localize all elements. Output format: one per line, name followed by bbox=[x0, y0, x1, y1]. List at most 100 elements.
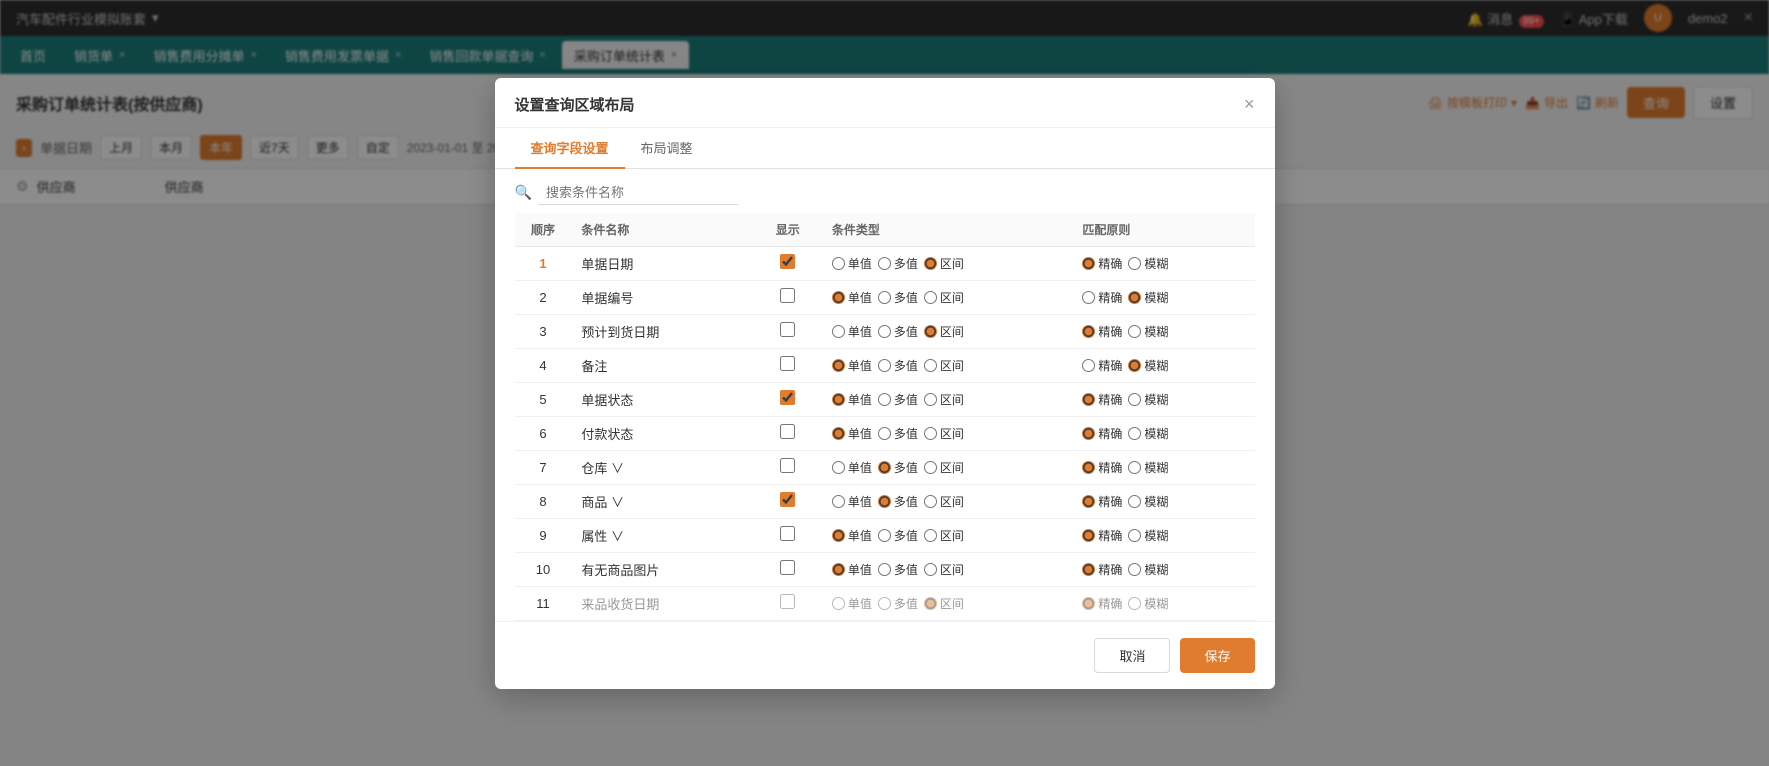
match-exact-label[interactable]: 精确 bbox=[1082, 561, 1122, 578]
cond-type-multi-label[interactable]: 多值 bbox=[878, 323, 918, 340]
cond-type-multi-label[interactable]: 多值 bbox=[878, 391, 918, 408]
match-exact-label[interactable]: 精确 bbox=[1082, 459, 1122, 476]
cond-type-multi-label[interactable]: 多值 bbox=[878, 459, 918, 476]
match-fuzzy-label[interactable]: 模糊 bbox=[1128, 459, 1168, 476]
match-exact-label[interactable]: 精确 bbox=[1082, 289, 1122, 306]
display-checkbox[interactable] bbox=[780, 322, 795, 337]
cond-type-multi-radio[interactable] bbox=[878, 529, 891, 542]
match-exact-label[interactable]: 精确 bbox=[1082, 323, 1122, 340]
cond-type-multi-label[interactable]: 多值 bbox=[878, 357, 918, 374]
cond-type-range-radio[interactable] bbox=[924, 291, 937, 304]
save-button[interactable]: 保存 bbox=[1180, 638, 1254, 673]
cond-type-multi-label[interactable]: 多值 bbox=[878, 527, 918, 544]
match-fuzzy-label[interactable]: 模糊 bbox=[1128, 357, 1168, 374]
cond-type-multi-label[interactable]: 多值 bbox=[878, 493, 918, 510]
cond-type-range-radio[interactable] bbox=[924, 597, 937, 610]
cond-type-multi-radio[interactable] bbox=[878, 257, 891, 270]
cond-type-multi-label[interactable]: 多值 bbox=[878, 425, 918, 442]
cond-type-range-label[interactable]: 区间 bbox=[924, 289, 964, 306]
cond-type-range-radio[interactable] bbox=[924, 495, 937, 508]
row-display-cell[interactable] bbox=[754, 314, 822, 348]
cond-type-range-label[interactable]: 区间 bbox=[924, 561, 964, 578]
match-fuzzy-label[interactable]: 模糊 bbox=[1128, 527, 1168, 544]
cond-type-range-radio[interactable] bbox=[924, 563, 937, 576]
modal-tab-query-fields[interactable]: 查询字段设置 bbox=[515, 128, 625, 169]
match-fuzzy-label[interactable]: 模糊 bbox=[1128, 595, 1168, 612]
cond-type-range-label[interactable]: 区间 bbox=[924, 493, 964, 510]
cond-type-single-label[interactable]: 单值 bbox=[832, 561, 872, 578]
display-checkbox[interactable] bbox=[780, 288, 795, 303]
modal-tab-layout[interactable]: 布局调整 bbox=[625, 128, 709, 169]
cond-type-multi-radio[interactable] bbox=[878, 325, 891, 338]
row-display-cell[interactable] bbox=[754, 586, 822, 620]
row-display-cell[interactable] bbox=[754, 484, 822, 518]
match-fuzzy-label[interactable]: 模糊 bbox=[1128, 391, 1168, 408]
match-fuzzy-radio[interactable] bbox=[1128, 393, 1141, 406]
cond-type-single-radio[interactable] bbox=[832, 597, 845, 610]
display-checkbox[interactable] bbox=[780, 526, 795, 541]
row-display-cell[interactable] bbox=[754, 450, 822, 484]
match-exact-label[interactable]: 精确 bbox=[1082, 425, 1122, 442]
cond-type-single-radio[interactable] bbox=[832, 257, 845, 270]
cond-type-range-radio[interactable] bbox=[924, 325, 937, 338]
match-exact-radio[interactable] bbox=[1082, 461, 1095, 474]
cond-type-multi-radio[interactable] bbox=[878, 597, 891, 610]
cond-type-multi-radio[interactable] bbox=[878, 393, 891, 406]
cond-type-range-radio[interactable] bbox=[924, 427, 937, 440]
match-fuzzy-radio[interactable] bbox=[1128, 563, 1141, 576]
cond-type-single-label[interactable]: 单值 bbox=[832, 595, 872, 612]
match-exact-label[interactable]: 精确 bbox=[1082, 595, 1122, 612]
cond-type-single-radio[interactable] bbox=[832, 563, 845, 576]
match-exact-label[interactable]: 精确 bbox=[1082, 391, 1122, 408]
cond-type-multi-label[interactable]: 多值 bbox=[878, 289, 918, 306]
match-exact-radio[interactable] bbox=[1082, 427, 1095, 440]
cond-type-multi-radio[interactable] bbox=[878, 427, 891, 440]
row-display-cell[interactable] bbox=[754, 416, 822, 450]
cond-type-range-label[interactable]: 区间 bbox=[924, 527, 964, 544]
cond-type-single-radio[interactable] bbox=[832, 495, 845, 508]
cond-type-single-label[interactable]: 单值 bbox=[832, 357, 872, 374]
cond-type-multi-radio[interactable] bbox=[878, 291, 891, 304]
cond-type-multi-radio[interactable] bbox=[878, 495, 891, 508]
display-checkbox[interactable] bbox=[780, 458, 795, 473]
match-fuzzy-label[interactable]: 模糊 bbox=[1128, 289, 1168, 306]
cond-type-range-radio[interactable] bbox=[924, 393, 937, 406]
match-fuzzy-radio[interactable] bbox=[1128, 495, 1141, 508]
cond-type-single-radio[interactable] bbox=[832, 393, 845, 406]
row-display-cell[interactable] bbox=[754, 382, 822, 416]
row-display-cell[interactable] bbox=[754, 280, 822, 314]
cond-type-range-radio[interactable] bbox=[924, 529, 937, 542]
match-exact-radio[interactable] bbox=[1082, 257, 1095, 270]
display-checkbox[interactable] bbox=[780, 594, 795, 609]
cond-type-single-radio[interactable] bbox=[832, 325, 845, 338]
match-fuzzy-label[interactable]: 模糊 bbox=[1128, 255, 1168, 272]
cond-type-range-label[interactable]: 区间 bbox=[924, 425, 964, 442]
cond-type-single-label[interactable]: 单值 bbox=[832, 255, 872, 272]
cond-type-range-label[interactable]: 区间 bbox=[924, 595, 964, 612]
display-checkbox[interactable] bbox=[780, 356, 795, 371]
cond-type-single-label[interactable]: 单值 bbox=[832, 527, 872, 544]
cond-type-multi-radio[interactable] bbox=[878, 461, 891, 474]
match-fuzzy-radio[interactable] bbox=[1128, 529, 1141, 542]
modal-close-button[interactable]: × bbox=[1244, 94, 1255, 115]
match-fuzzy-radio[interactable] bbox=[1128, 325, 1141, 338]
row-display-cell[interactable] bbox=[754, 518, 822, 552]
search-input[interactable] bbox=[538, 181, 738, 205]
display-checkbox[interactable] bbox=[780, 424, 795, 439]
cond-type-single-radio[interactable] bbox=[832, 529, 845, 542]
cond-type-range-label[interactable]: 区间 bbox=[924, 391, 964, 408]
match-exact-radio[interactable] bbox=[1082, 393, 1095, 406]
match-exact-label[interactable]: 精确 bbox=[1082, 255, 1122, 272]
cond-type-range-label[interactable]: 区间 bbox=[924, 459, 964, 476]
cond-type-single-label[interactable]: 单值 bbox=[832, 323, 872, 340]
match-fuzzy-label[interactable]: 模糊 bbox=[1128, 493, 1168, 510]
row-display-cell[interactable] bbox=[754, 552, 822, 586]
match-fuzzy-radio[interactable] bbox=[1128, 597, 1141, 610]
match-fuzzy-label[interactable]: 模糊 bbox=[1128, 323, 1168, 340]
match-exact-radio[interactable] bbox=[1082, 495, 1095, 508]
cond-type-single-label[interactable]: 单值 bbox=[832, 289, 872, 306]
match-fuzzy-radio[interactable] bbox=[1128, 461, 1141, 474]
match-exact-radio[interactable] bbox=[1082, 325, 1095, 338]
cond-type-single-radio[interactable] bbox=[832, 427, 845, 440]
cancel-button[interactable]: 取消 bbox=[1094, 638, 1170, 673]
